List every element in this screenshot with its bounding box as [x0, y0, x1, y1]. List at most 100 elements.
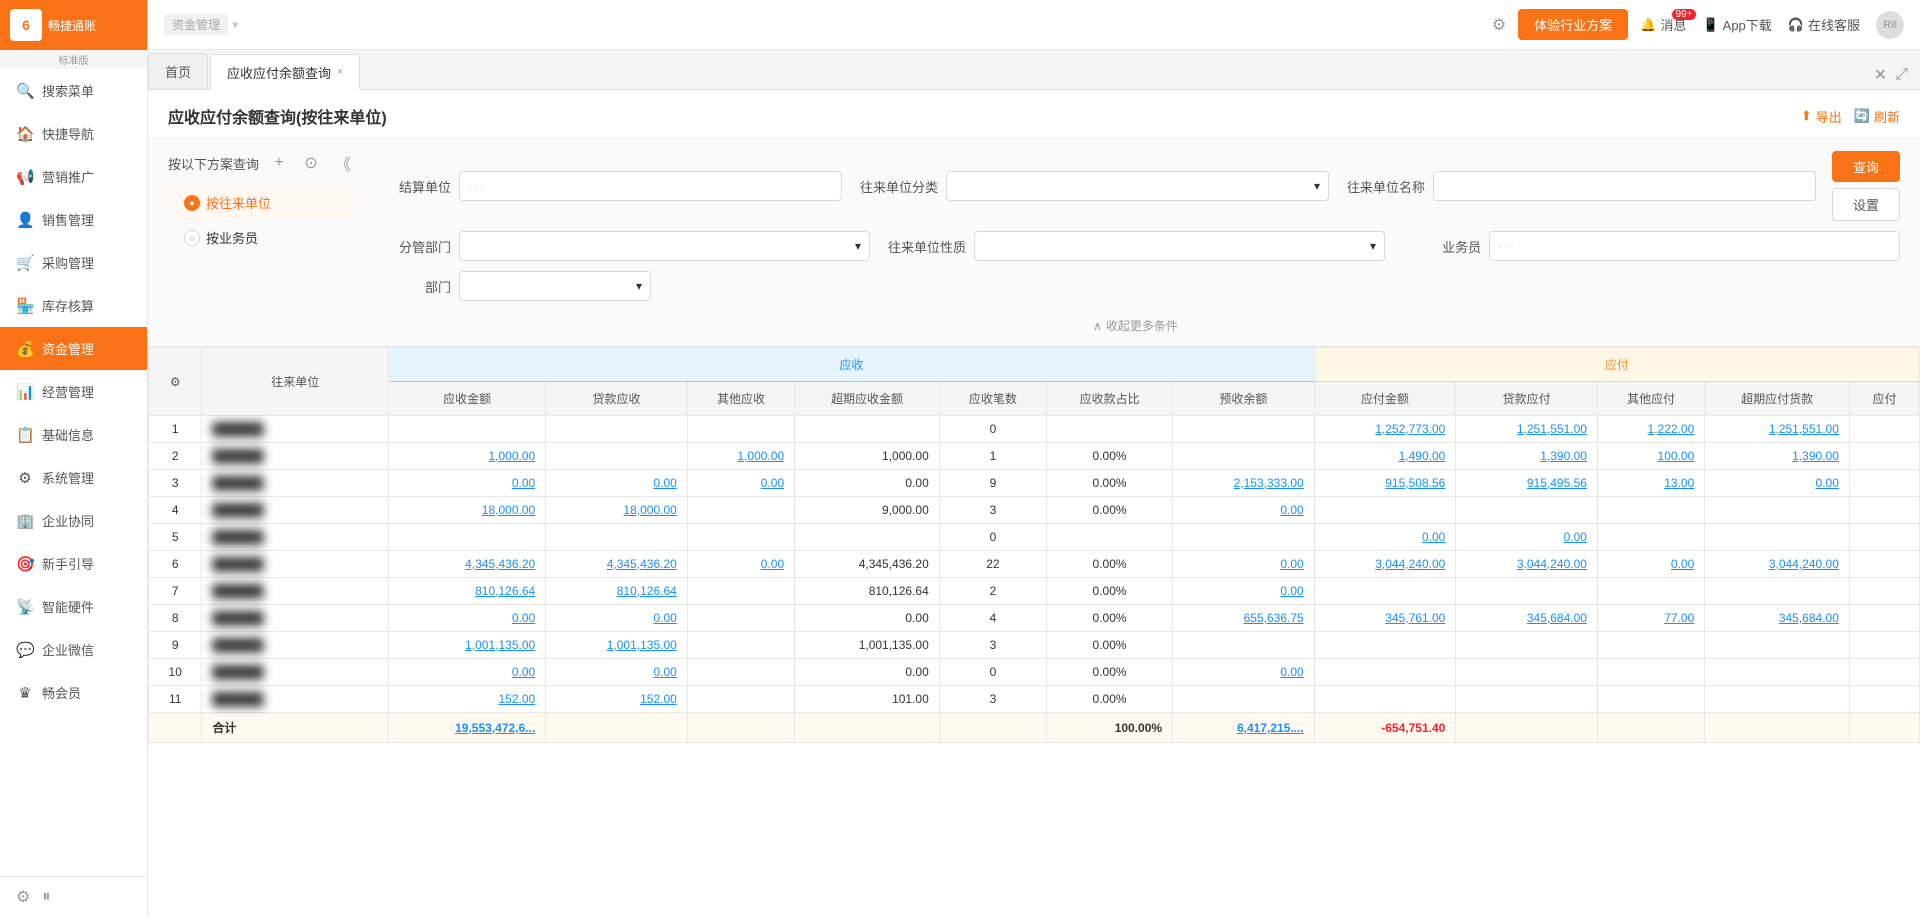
dept-select[interactable]: ▾	[459, 231, 870, 261]
sidebar-item-basic[interactable]: 📋 基础信息	[0, 413, 147, 456]
row-ap-col13	[1849, 497, 1919, 524]
row-ar-loan: 1,001,135.00	[546, 632, 688, 659]
export-button[interactable]: ⬆ 导出	[1801, 107, 1842, 126]
settlement-unit-input[interactable]: ···	[459, 171, 842, 201]
row-ap-other: 1,222.00	[1597, 416, 1704, 443]
row-ar-amount: 0.00	[389, 659, 546, 686]
sidebar-item-label: 新手引导	[42, 554, 94, 573]
salesman-input[interactable]: ···	[1489, 231, 1900, 261]
sidebar-item-marketing[interactable]: 📢 营销推广	[0, 155, 147, 198]
row-ar-overdue: 0.00	[795, 470, 940, 497]
add-scheme-icon[interactable]: +	[267, 151, 291, 175]
row-ap-col13	[1849, 524, 1919, 551]
sales-icon: 👤	[16, 211, 34, 229]
scheme-by-partner[interactable]: ● 按往来单位	[168, 185, 355, 220]
row-ap-amount: 915,508.56	[1314, 470, 1456, 497]
sidebar-item-purchase[interactable]: 🛒 采购管理	[0, 241, 147, 284]
hardware-icon: 📡	[16, 598, 34, 616]
th-ar-count: 应收笔数	[939, 382, 1046, 416]
topbar-gear-icon[interactable]: ⚙	[1492, 15, 1506, 35]
search-row-3: 部门 ▾	[371, 271, 1900, 301]
sidebar-item-inventory[interactable]: 🏪 库存核算	[0, 284, 147, 327]
partner-name-input[interactable]	[1433, 171, 1816, 201]
marketing-icon: 📢	[16, 168, 34, 186]
quicknav-icon: 🏠	[16, 125, 34, 143]
tab-ar-ap[interactable]: 应收应付余额查询 ×	[210, 54, 360, 90]
collapse-icon[interactable]: ⏸	[42, 888, 50, 906]
app-download-button[interactable]: 📱 App下载	[1702, 15, 1771, 34]
row-no: 6	[149, 551, 202, 578]
row-partner: ██████	[202, 524, 389, 551]
table-row: 2 ██████ 1,000.00 1,000.00 1,000.00 1 0.…	[149, 443, 1920, 470]
th-ar-overdue: 超期应收金额	[795, 382, 940, 416]
row-ar-ratio: 0.00%	[1047, 632, 1173, 659]
partner-nature-select[interactable]: ▾	[974, 231, 1385, 261]
search-row-1: 结算单位 ··· 往来单位分类 ▾	[371, 151, 1900, 221]
row-ap-loan	[1456, 632, 1598, 659]
sidebar-item-system[interactable]: ⚙ 系统管理	[0, 456, 147, 499]
sidebar-item-vip[interactable]: ♛ 畅会员	[0, 671, 147, 714]
topbar: 资金管理 ▾ ⚙ 体验行业方案 🔔 消息 99+ 📱 App下载 🎧 在线客服	[148, 0, 1920, 50]
settings-icon[interactable]: ⚙	[16, 887, 30, 907]
row-partner: ██████	[202, 551, 389, 578]
row-ar-other: 0.00	[687, 470, 794, 497]
sidebar-item-search[interactable]: 🔍 搜索菜单	[0, 69, 147, 112]
messages-button[interactable]: 🔔 消息 99+	[1640, 15, 1686, 34]
row-ar-loan	[546, 416, 688, 443]
sidebar-item-enterprise[interactable]: 🏢 企业协同	[0, 499, 147, 542]
promo-button[interactable]: 体验行业方案	[1518, 9, 1628, 40]
row-ap-overdue: 345,684.00	[1705, 605, 1850, 632]
vip-icon: ♛	[16, 684, 34, 702]
tab-home[interactable]: 首页	[148, 53, 208, 89]
footer-ar-amount[interactable]: 19,553,472,6...	[389, 713, 546, 743]
sidebar-item-wechat[interactable]: 💬 企业微信	[0, 628, 147, 671]
row-ap-amount: 0.00	[1314, 524, 1456, 551]
row-no: 10	[149, 659, 202, 686]
collapse-left-icon[interactable]: 《	[331, 151, 355, 175]
row-ar-ratio: 0.00%	[1047, 686, 1173, 713]
refresh-button[interactable]: 🔄 刷新	[1854, 107, 1900, 126]
row-ar-ratio: 0.00%	[1047, 551, 1173, 578]
table-gear-icon[interactable]: ⚙	[149, 348, 202, 416]
edit-scheme-icon[interactable]: ⊙	[299, 151, 323, 175]
footer-ar-other	[687, 713, 794, 743]
department-select[interactable]: ▾	[459, 271, 651, 301]
sidebar-item-label: 智能硬件	[42, 597, 94, 616]
row-ar-prepay: 655,636.75	[1173, 605, 1315, 632]
main-area: 资金管理 ▾ ⚙ 体验行业方案 🔔 消息 99+ 📱 App下载 🎧 在线客服	[148, 0, 1920, 917]
row-ap-loan	[1456, 578, 1598, 605]
row-ap-amount: 1,252,773.00	[1314, 416, 1456, 443]
partner-type-select[interactable]: ▾	[946, 171, 1329, 201]
window-max-icon[interactable]: ⤢	[1895, 66, 1908, 84]
collapse-bar[interactable]: ∧ 收起更多条件	[371, 317, 1900, 334]
row-ap-other	[1597, 659, 1704, 686]
settings-button[interactable]: 设置	[1832, 188, 1900, 221]
row-ap-overdue	[1705, 632, 1850, 659]
sidebar-item-finance[interactable]: 💰 资金管理	[0, 327, 147, 370]
row-ap-other: 100.00	[1597, 443, 1704, 470]
sidebar-item-operation[interactable]: 📊 经营管理	[0, 370, 147, 413]
sidebar-item-sales[interactable]: 👤 销售管理	[0, 198, 147, 241]
user-profile[interactable]: Rit	[1876, 11, 1904, 39]
row-ar-count: 1	[939, 443, 1046, 470]
sidebar-item-guide[interactable]: 🎯 新手引导	[0, 542, 147, 585]
footer-ar-prepay[interactable]: 6,417,215....	[1173, 713, 1315, 743]
online-service-button[interactable]: 🎧 在线客服	[1788, 15, 1860, 34]
table-row: 8 ██████ 0.00 0.00 0.00 4 0.00% 655,636.…	[149, 605, 1920, 632]
row-ar-overdue: 0.00	[795, 659, 940, 686]
row-ar-loan: 0.00	[546, 605, 688, 632]
chevron-down-icon: ▾	[855, 239, 861, 253]
sidebar-item-quicknav[interactable]: 🏠 快捷导航	[0, 112, 147, 155]
sidebar-item-hardware[interactable]: 📡 智能硬件	[0, 585, 147, 628]
window-close-icon[interactable]: ✕	[1874, 65, 1887, 85]
tab-close-icon[interactable]: ×	[337, 66, 343, 78]
query-button[interactable]: 查询	[1832, 151, 1900, 182]
row-ap-amount	[1314, 632, 1456, 659]
tab-bar: 首页 应收应付余额查询 × ✕ ⤢	[148, 50, 1920, 90]
scheme-by-salesman[interactable]: ○ 按业务员	[168, 220, 355, 255]
page-actions: ⬆ 导出 🔄 刷新	[1801, 107, 1900, 126]
row-ar-count: 3	[939, 632, 1046, 659]
inventory-icon: 🏪	[16, 297, 34, 315]
footer-ar-count	[939, 713, 1046, 743]
footer-ap-loan	[1456, 713, 1598, 743]
